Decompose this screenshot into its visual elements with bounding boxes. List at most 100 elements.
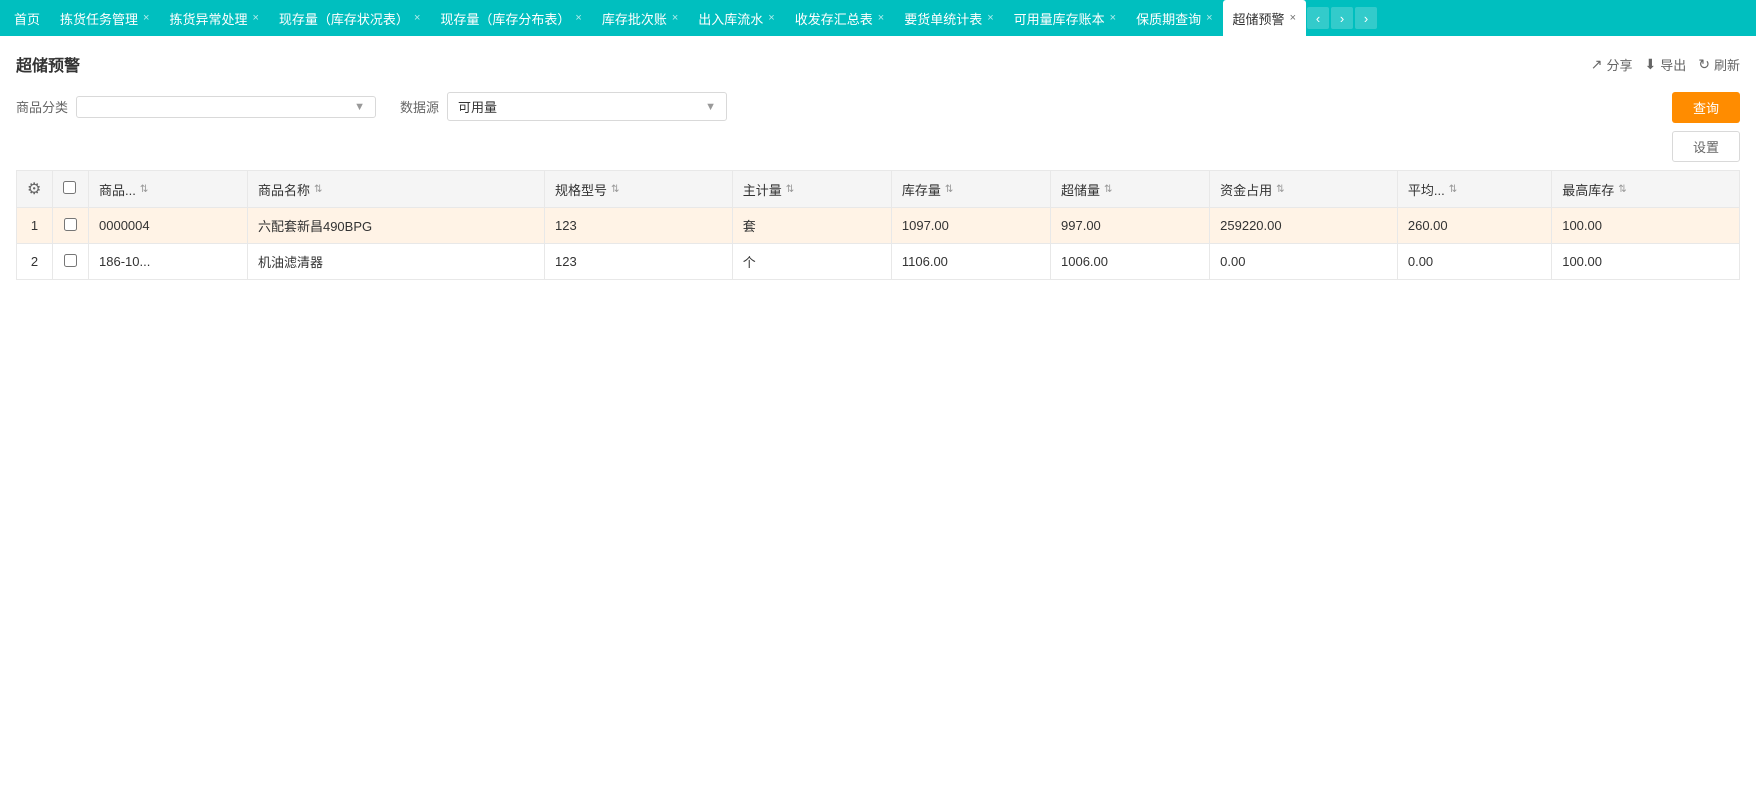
share-label: 分享 (1606, 55, 1632, 74)
nav-tab-9[interactable]: 可用量库存账本 × (1004, 0, 1126, 36)
row-select-0[interactable] (64, 218, 77, 231)
row-num-1: 2 (17, 244, 53, 280)
nav-tab-10-close[interactable]: × (1206, 12, 1212, 24)
sort-stock-icon: ⇅ (945, 184, 953, 195)
filter-fields: 商品分类 ▼ 数据源 可用量 ▼ (16, 92, 1672, 121)
header-actions: ↗ 分享 ⬇ 导出 ↻ 刷新 (1591, 55, 1740, 74)
row-capital-1: 0.00 (1210, 244, 1398, 280)
refresh-label: 刷新 (1714, 55, 1740, 74)
nav-tab-9-close[interactable]: × (1110, 12, 1116, 24)
th-stock[interactable]: 库存量 ⇅ (891, 171, 1050, 208)
datasource-select[interactable]: 可用量 ▼ (447, 92, 727, 121)
nav-tab-4-close[interactable]: × (575, 12, 581, 24)
datasource-chevron-icon: ▼ (705, 101, 716, 113)
nav-tab-3-label: 现存量（库存状况表） (279, 9, 409, 28)
row-select-1[interactable] (64, 254, 77, 267)
refresh-icon: ↻ (1698, 56, 1710, 73)
row-product-code-0: 0000004 (89, 208, 248, 244)
th-max-stock[interactable]: 最高库存 ⇅ (1552, 171, 1740, 208)
nav-tab-1-close[interactable]: × (143, 12, 149, 24)
nav-tab-home-label: 首页 (14, 9, 40, 28)
settings-button[interactable]: 设置 (1672, 131, 1740, 162)
nav-tab-1[interactable]: 拣货任务管理 × (50, 0, 159, 36)
row-max-stock-0: 100.00 (1552, 208, 1740, 244)
nav-tab-11-close[interactable]: × (1290, 12, 1296, 24)
th-avg-label: 平均... (1408, 180, 1445, 199)
category-select[interactable]: ▼ (76, 96, 376, 118)
category-filter: 商品分类 ▼ (16, 96, 376, 118)
th-product-code[interactable]: 商品... ⇅ (89, 171, 248, 208)
nav-tab-8-close[interactable]: × (987, 12, 993, 24)
nav-tab-4[interactable]: 现存量（库存分布表） × (430, 0, 591, 36)
nav-tab-5[interactable]: 库存批次账 × (592, 0, 688, 36)
nav-tab-home[interactable]: 首页 (4, 0, 50, 36)
sort-product-code-icon: ⇅ (140, 184, 148, 195)
nav-tab-11[interactable]: 超储预警 × (1223, 0, 1306, 36)
category-chevron-icon: ▼ (354, 101, 365, 113)
export-icon: ⬇ (1645, 56, 1657, 73)
sort-unit-icon: ⇅ (786, 184, 794, 195)
nav-next-arrow[interactable]: › (1331, 7, 1353, 29)
row-overstock-0: 997.00 (1051, 208, 1210, 244)
row-num-0: 1 (17, 208, 53, 244)
th-overstock[interactable]: 超储量 ⇅ (1051, 171, 1210, 208)
th-spec[interactable]: 规格型号 ⇅ (545, 171, 733, 208)
filter-section: 商品分类 ▼ 数据源 可用量 ▼ 查询 设置 (16, 92, 1740, 162)
th-spec-label: 规格型号 (555, 180, 607, 199)
th-avg[interactable]: 平均... ⇅ (1397, 171, 1551, 208)
sort-product-name-icon: ⇅ (314, 184, 322, 195)
nav-more-arrow[interactable]: › (1355, 7, 1377, 29)
th-unit-label: 主计量 (743, 180, 782, 199)
page-title: 超储预警 (16, 52, 80, 76)
nav-tab-11-label: 超储预警 (1233, 9, 1285, 28)
nav-tab-5-close[interactable]: × (672, 12, 678, 24)
th-product-code-label: 商品... (99, 180, 136, 199)
row-spec-0: 123 (545, 208, 733, 244)
row-checkbox-1[interactable] (53, 244, 89, 280)
th-unit[interactable]: 主计量 ⇅ (732, 171, 891, 208)
th-overstock-label: 超储量 (1061, 180, 1100, 199)
nav-tab-8[interactable]: 要货单统计表 × (894, 0, 1003, 36)
share-action[interactable]: ↗ 分享 (1591, 55, 1633, 74)
th-checkbox (53, 171, 89, 208)
nav-tab-8-label: 要货单统计表 (904, 9, 982, 28)
nav-tab-2-label: 拣货异常处理 (169, 9, 247, 28)
refresh-action[interactable]: ↻ 刷新 (1698, 55, 1740, 74)
row-overstock-1: 1006.00 (1051, 244, 1210, 280)
nav-prev-arrow[interactable]: ‹ (1307, 7, 1329, 29)
top-navigation: 首页 拣货任务管理 × 拣货异常处理 × 现存量（库存状况表） × 现存量（库存… (0, 0, 1756, 36)
export-action[interactable]: ⬇ 导出 (1645, 55, 1687, 74)
nav-tab-6-close[interactable]: × (768, 12, 774, 24)
category-label: 商品分类 (16, 97, 68, 116)
row-unit-0: 套 (732, 208, 891, 244)
nav-tab-2[interactable]: 拣货异常处理 × (159, 0, 268, 36)
row-product-name-0: 六配套新昌490BPG (247, 208, 544, 244)
row-checkbox-0[interactable] (53, 208, 89, 244)
select-all-checkbox[interactable] (63, 181, 76, 194)
row-stock-0: 1097.00 (891, 208, 1050, 244)
th-product-name[interactable]: 商品名称 ⇅ (247, 171, 544, 208)
sort-max-stock-icon: ⇅ (1618, 184, 1626, 195)
row-max-stock-1: 100.00 (1552, 244, 1740, 280)
nav-tab-3-close[interactable]: × (414, 12, 420, 24)
nav-tab-2-close[interactable]: × (252, 12, 258, 24)
sort-overstock-icon: ⇅ (1104, 184, 1112, 195)
table-row: 1 0000004 六配套新昌490BPG 123 套 1097.00 997.… (17, 208, 1740, 244)
row-product-name-1: 机油滤清器 (247, 244, 544, 280)
th-capital[interactable]: 资金占用 ⇅ (1210, 171, 1398, 208)
nav-tab-10[interactable]: 保质期查询 × (1126, 0, 1222, 36)
query-button[interactable]: 查询 (1672, 92, 1740, 123)
table-row: 2 186-10... 机油滤清器 123 个 1106.00 1006.00 … (17, 244, 1740, 280)
th-max-stock-label: 最高库存 (1562, 180, 1614, 199)
table-settings-icon[interactable]: ⚙ (27, 181, 41, 198)
datasource-filter: 数据源 可用量 ▼ (400, 92, 727, 121)
share-icon: ↗ (1591, 56, 1603, 73)
nav-tab-7[interactable]: 收发存汇总表 × (785, 0, 894, 36)
nav-tab-7-close[interactable]: × (878, 12, 884, 24)
nav-tab-3[interactable]: 现存量（库存状况表） × (269, 0, 430, 36)
sort-avg-icon: ⇅ (1449, 184, 1457, 195)
nav-tab-6[interactable]: 出入库流水 × (688, 0, 784, 36)
main-content: 超储预警 ↗ 分享 ⬇ 导出 ↻ 刷新 商品分类 ▼ (0, 36, 1756, 800)
nav-tab-1-label: 拣货任务管理 (60, 9, 138, 28)
row-unit-1: 个 (732, 244, 891, 280)
